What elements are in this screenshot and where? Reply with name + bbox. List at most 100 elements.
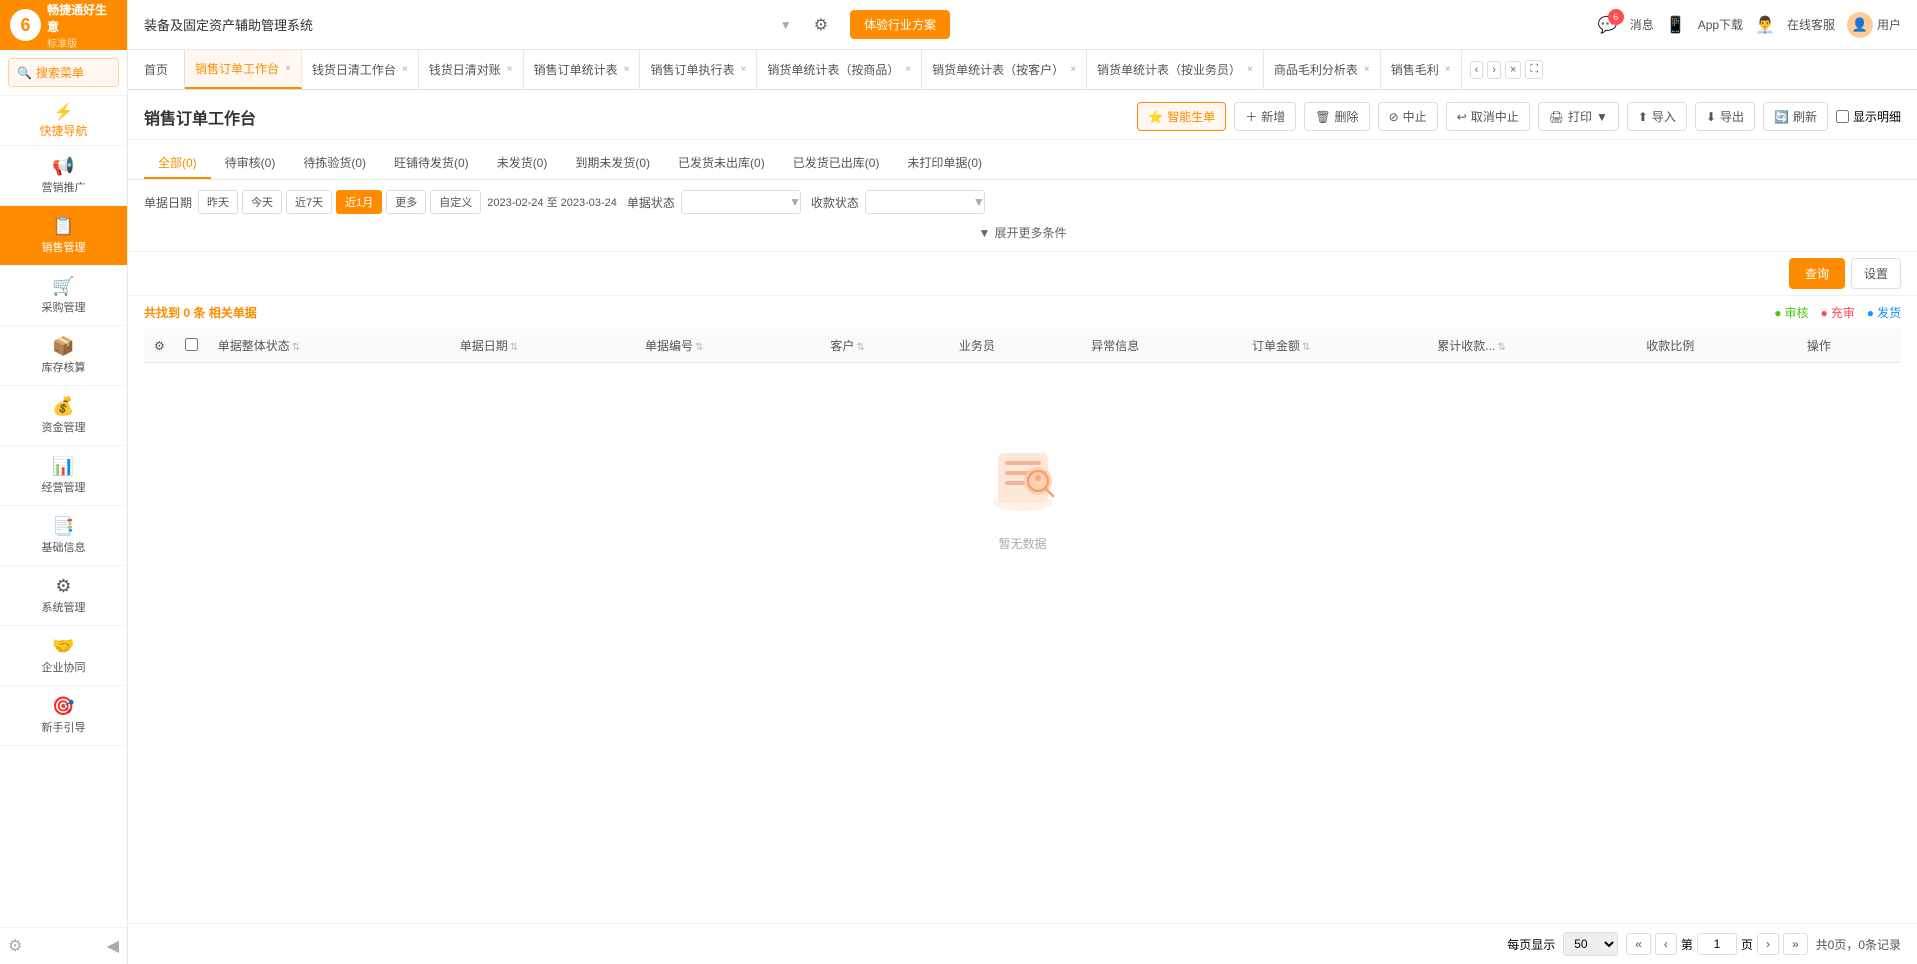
- print-button[interactable]: 🖨 打印 ▼: [1538, 102, 1619, 131]
- sub-tab-已发货已出库[interactable]: 已发货已出库(0): [779, 148, 894, 179]
- sidebar-item-系统管理[interactable]: ⚙系统管理: [0, 566, 127, 626]
- tab-close-icon[interactable]: ×: [1247, 64, 1253, 75]
- next-page-button[interactable]: ›: [1757, 933, 1779, 955]
- tab-close-icon[interactable]: ×: [905, 64, 911, 75]
- online-service-icon[interactable]: 👨‍💼: [1755, 15, 1775, 35]
- search-menu-button[interactable]: 🔍 搜索菜单: [8, 58, 119, 87]
- tab-close-icon[interactable]: ×: [402, 64, 408, 75]
- filter-setting-button[interactable]: 设置: [1851, 258, 1901, 289]
- page-actions: ⭐ 智能生单 ＋ 新增 🗑 删除 ⊘ 中止 ↩ 取消中止: [1137, 102, 1901, 131]
- delete-button[interactable]: 🗑 删除: [1304, 102, 1369, 131]
- user-name: 用户: [1877, 16, 1901, 33]
- first-page-button[interactable]: «: [1626, 933, 1651, 955]
- stop-button[interactable]: ⊘ 中止: [1378, 102, 1438, 131]
- show-detail-checkbox[interactable]: [1836, 110, 1849, 123]
- tab-item-9[interactable]: 商品毛利分析表×: [1264, 50, 1381, 89]
- prev-page-button[interactable]: ‹: [1655, 933, 1677, 955]
- sidebar-item-新手引导[interactable]: 🎯新手引导: [0, 686, 127, 746]
- import-button[interactable]: ⬆ 导入: [1627, 102, 1687, 131]
- page-size-label: 每页显示: [1507, 936, 1555, 953]
- quick-nav-item[interactable]: ⚡ 快捷导航: [0, 96, 127, 146]
- tab-close-all-button[interactable]: ×: [1505, 61, 1521, 79]
- import-icon: ⬆: [1638, 110, 1648, 124]
- tab-item-1[interactable]: 销售订单工作台×: [185, 50, 302, 89]
- show-detail-toggle[interactable]: 显示明细: [1836, 108, 1901, 125]
- cancel-stop-button[interactable]: ↩ 取消中止: [1446, 102, 1530, 131]
- menu-icon: 📊: [52, 456, 74, 477]
- settings-button[interactable]: ⚙: [804, 10, 838, 40]
- ship-button[interactable]: ● 发货: [1867, 304, 1901, 321]
- tab-item-8[interactable]: 销货单统计表（按业务员）×: [1087, 50, 1264, 89]
- date-btn-更多[interactable]: 更多: [386, 190, 426, 214]
- sidebar-item-经营管理[interactable]: 📊经营管理: [0, 446, 127, 506]
- tab-item-10[interactable]: 销售毛利×: [1381, 50, 1462, 89]
- tab-next-button[interactable]: ›: [1487, 61, 1501, 79]
- date-btn-今天[interactable]: 今天: [242, 190, 282, 214]
- payment-select[interactable]: [865, 190, 985, 214]
- refresh-button[interactable]: 🔄 刷新: [1763, 102, 1828, 131]
- sub-tab-待审核[interactable]: 待审核(0): [211, 148, 290, 179]
- message-icon-area[interactable]: 💬 6: [1598, 15, 1618, 35]
- sidebar-item-营销推广[interactable]: 📢营销推广: [0, 146, 127, 206]
- sub-tab-未发货[interactable]: 未发货(0): [483, 148, 562, 179]
- date-btn-近1月[interactable]: 近1月: [336, 190, 382, 214]
- sub-tab-待拣验货[interactable]: 待拣验货(0): [289, 148, 380, 179]
- expand-filter-button[interactable]: ▼ 展开更多条件: [979, 224, 1067, 241]
- status-filter: 单据状态 ▼: [627, 190, 801, 214]
- user-area[interactable]: 👤 用户: [1847, 12, 1901, 38]
- industry-solution-button[interactable]: 体验行业方案: [850, 10, 950, 39]
- tab-item-7[interactable]: 销货单统计表（按客户）×: [922, 50, 1087, 89]
- tab-close-icon[interactable]: ×: [740, 64, 746, 75]
- sidebar-item-销售管理[interactable]: 📋销售管理: [0, 206, 127, 266]
- tab-item-2[interactable]: 钱货日清工作台×: [302, 50, 419, 89]
- last-page-button[interactable]: »: [1783, 933, 1808, 955]
- tab-prev-button[interactable]: ‹: [1470, 61, 1484, 79]
- col-checkbox: [175, 329, 208, 363]
- status-select[interactable]: [681, 190, 801, 214]
- date-btn-昨天[interactable]: 昨天: [198, 190, 238, 214]
- app-download-label[interactable]: App下载: [1698, 16, 1743, 33]
- sidebar-item-资金管理[interactable]: 💰资金管理: [0, 386, 127, 446]
- online-service-label[interactable]: 在线客服: [1787, 16, 1835, 33]
- sidebar-item-库存核算[interactable]: 📦库存核算: [0, 326, 127, 386]
- cancel-audit-icon: ●: [1820, 306, 1827, 320]
- tabbar: 首页销售订单工作台×钱货日清工作台×钱货日清对账×销售订单统计表×销售订单执行表…: [128, 50, 1917, 90]
- query-button[interactable]: 查询: [1789, 258, 1845, 289]
- tab-item-6[interactable]: 销货单统计表（按商品）×: [757, 50, 922, 89]
- sidebar-item-企业协同[interactable]: 🤝企业协同: [0, 626, 127, 686]
- ai-create-button[interactable]: ⭐ 智能生单: [1137, 102, 1226, 131]
- chevron-down-icon[interactable]: ▼: [780, 18, 792, 32]
- export-button[interactable]: ⬇ 导出: [1695, 102, 1755, 131]
- tab-close-icon[interactable]: ×: [624, 64, 630, 75]
- page-size-select[interactable]: 2050100: [1563, 932, 1618, 956]
- tab-close-icon[interactable]: ×: [285, 63, 291, 74]
- app-download-icon[interactable]: 📱: [1666, 15, 1686, 35]
- tab-close-icon[interactable]: ×: [507, 64, 513, 75]
- sub-tab-已发货未出库[interactable]: 已发货未出库(0): [664, 148, 779, 179]
- tab-close-icon[interactable]: ×: [1070, 64, 1076, 75]
- tab-close-icon[interactable]: ×: [1364, 64, 1370, 75]
- sidebar-item-采购管理[interactable]: 🛒采购管理: [0, 266, 127, 326]
- sub-tab-未打印单据[interactable]: 未打印单据(0): [893, 148, 996, 179]
- sub-tab-全部[interactable]: 全部(0): [144, 148, 211, 179]
- cancel-audit-button[interactable]: ● 充审: [1820, 304, 1854, 321]
- tab-label: 销售订单统计表: [534, 61, 618, 78]
- sub-tab-旺铺待发货[interactable]: 旺铺待发货(0): [380, 148, 483, 179]
- tab-item-4[interactable]: 销售订单统计表 ×: [524, 50, 641, 89]
- tab-fullscreen-button[interactable]: ⛶: [1525, 60, 1543, 79]
- sub-tab-到期未发货[interactable]: 到期未发货(0): [561, 148, 664, 179]
- new-button[interactable]: ＋ 新增: [1234, 102, 1296, 131]
- collapse-icon[interactable]: ◀: [107, 936, 119, 956]
- date-btn-近7天[interactable]: 近7天: [286, 190, 332, 214]
- col-settings[interactable]: ⚙: [144, 329, 175, 363]
- page-number-input[interactable]: [1697, 933, 1737, 955]
- settings-icon[interactable]: ⚙: [8, 936, 22, 956]
- tab-home[interactable]: 首页: [128, 50, 185, 89]
- tab-item-5[interactable]: 销售订单执行表×: [640, 50, 757, 89]
- date-btn-自定义[interactable]: 自定义: [430, 190, 481, 214]
- select-all-checkbox[interactable]: [185, 338, 198, 351]
- tab-close-icon[interactable]: ×: [1445, 64, 1451, 75]
- audit-button[interactable]: ● 审核: [1774, 304, 1808, 321]
- sidebar-item-基础信息[interactable]: 📑基础信息: [0, 506, 127, 566]
- tab-item-3[interactable]: 钱货日清对账×: [419, 50, 524, 89]
